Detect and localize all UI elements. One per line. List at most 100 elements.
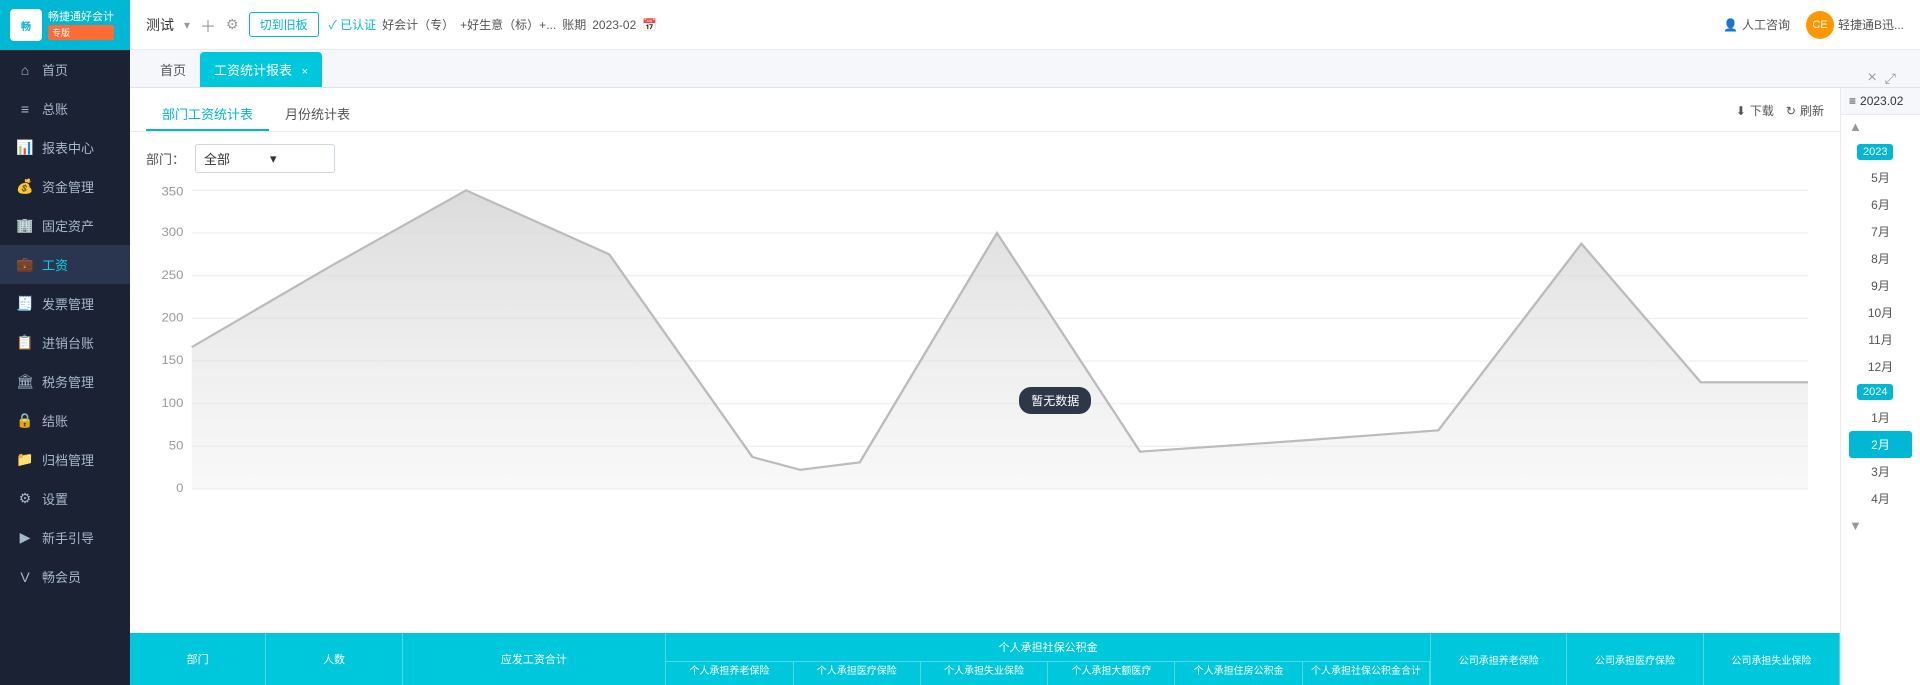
main-panel: 部门工资统计表 月份统计表 ⬇ 下载 ↻ 刷新 <box>130 88 1840 685</box>
month-mar[interactable]: 3月 <box>1849 458 1912 485</box>
th-count: 人数 <box>266 633 402 685</box>
archive-icon: 📁 <box>16 451 34 468</box>
subtab-monthly[interactable]: 月份统计表 <box>269 98 366 131</box>
calendar-icon[interactable]: 📅 <box>642 18 657 32</box>
invoice-icon: 🧾 <box>16 295 34 312</box>
close-period-icon: 🔒 <box>16 412 34 429</box>
tab-salary-report[interactable]: 工资统计报表 × <box>200 52 322 87</box>
th-pension: 个人承担养老保险 <box>666 662 793 685</box>
member-icon: V <box>16 569 34 585</box>
refresh-icon: ↻ <box>1786 104 1796 118</box>
sidebar-item-guide[interactable]: ▶ 新手引导 <box>0 518 130 557</box>
main-area: 测试 ▾ ＋ ⚙ 切到旧板 ✓ 已认证 好会计（专） +好生意（标）+... 账… <box>130 0 1920 685</box>
sidebar-item-settings[interactable]: ⚙ 设置 <box>0 479 130 518</box>
th-company-pension: 公司承担养老保险 <box>1431 633 1567 685</box>
period-value: 2023-02 <box>592 18 636 32</box>
th-medical: 个人承担医疗保险 <box>794 662 921 685</box>
tab-salary-label: 工资统计报表 <box>214 63 292 78</box>
sidebar-item-label: 税务管理 <box>42 372 94 391</box>
date-panel: ≡ 2023.02 ▲ 2023 5月 6月 7月 8月 9月 10月 11月 … <box>1840 88 1920 685</box>
reports-icon: 📊 <box>16 139 34 156</box>
consult-label: 人工咨询 <box>1742 16 1790 33</box>
sales-icon: 📋 <box>16 334 34 351</box>
svg-text:350: 350 <box>162 185 184 198</box>
svg-text:300: 300 <box>162 226 184 239</box>
period-label: 账期 <box>562 16 586 33</box>
sidebar: 畅 畅捷通好会计 专版 ⌂ 首页 ≡ 总账 📊 报表中心 💰 资金管理 🏢 固定… <box>0 0 130 685</box>
dept-filter-label: 部门： <box>146 149 185 168</box>
year-badge-2023: 2023 <box>1857 144 1893 160</box>
subtab-monthly-label: 月份统计表 <box>285 107 350 122</box>
tab-home-label: 首页 <box>160 63 186 78</box>
sidebar-item-label: 畅会员 <box>42 567 81 586</box>
subtab-actions: ⬇ 下载 ↻ 刷新 <box>1736 102 1824 127</box>
guide-icon: ▶ <box>16 529 34 546</box>
month-jul[interactable]: 7月 <box>1849 218 1912 245</box>
th-group-children: 个人承担养老保险 个人承担医疗保险 个人承担失业保险 个人承担大额医疗 个人承担… <box>666 662 1430 685</box>
user-profile[interactable]: CE 轻捷通B迅... <box>1806 11 1904 39</box>
month-sep[interactable]: 9月 <box>1849 272 1912 299</box>
topbar-title: 测试 <box>146 15 174 35</box>
sidebar-item-sales[interactable]: 📋 进销台账 <box>0 323 130 362</box>
prev-year-btn[interactable]: ▲ <box>1849 119 1862 134</box>
topbar-settings-icon[interactable]: ⚙ <box>226 16 239 33</box>
th-company-unemployment: 公司承担失业保险 <box>1704 633 1840 685</box>
user-name: 轻捷通B迅... <box>1838 16 1904 33</box>
content-area: 部门工资统计表 月份统计表 ⬇ 下载 ↻ 刷新 <box>130 88 1920 685</box>
subtabs-bar: 部门工资统计表 月份统计表 ⬇ 下载 ↻ 刷新 <box>130 88 1840 132</box>
month-feb-active[interactable]: 2月 <box>1849 431 1912 458</box>
topbar-add-button[interactable]: ＋ <box>200 13 216 37</box>
topbar-dropdown-arrow[interactable]: ▾ <box>184 18 190 32</box>
consult-button[interactable]: 👤 人工咨询 <box>1723 16 1790 33</box>
home-icon: ⌂ <box>16 62 34 78</box>
svg-text:0: 0 <box>176 482 183 495</box>
date-display: 2023.02 <box>1860 94 1903 108</box>
th-group-personal: 个人承担社保公积金 个人承担养老保险 个人承担医疗保险 个人承担失业保险 个人承… <box>666 633 1431 685</box>
refresh-label: 刷新 <box>1800 102 1824 119</box>
sidebar-item-label: 新手引导 <box>42 528 94 547</box>
sidebar-item-member[interactable]: V 畅会员 <box>0 557 130 596</box>
tab-expand-icon[interactable]: ⤢ <box>1885 70 1896 87</box>
tax-icon: 🏛 <box>16 373 34 390</box>
th-unemployment: 个人承担失业保险 <box>921 662 1048 685</box>
month-dec[interactable]: 12月 <box>1849 353 1912 380</box>
sidebar-item-invoice[interactable]: 🧾 发票管理 <box>0 284 130 323</box>
download-button[interactable]: ⬇ 下载 <box>1736 102 1774 119</box>
user-avatar: CE <box>1806 11 1834 39</box>
tab-home[interactable]: 首页 <box>146 52 200 87</box>
sidebar-item-label: 报表中心 <box>42 138 94 157</box>
ledger-icon: ≡ <box>16 101 34 117</box>
funds-icon: 💰 <box>16 178 34 195</box>
sidebar-item-label: 固定资产 <box>42 216 94 235</box>
sidebar-item-salary[interactable]: 💼 工资 <box>0 245 130 284</box>
sidebar-item-label: 归档管理 <box>42 450 94 469</box>
tab-close-window[interactable]: × <box>1867 69 1876 87</box>
sidebar-item-home[interactable]: ⌂ 首页 <box>0 50 130 89</box>
month-apr[interactable]: 4月 <box>1849 485 1912 512</box>
month-nov[interactable]: 11月 <box>1849 326 1912 353</box>
sidebar-item-reports[interactable]: 📊 报表中心 <box>0 128 130 167</box>
sidebar-item-ledger[interactable]: ≡ 总账 <box>0 89 130 128</box>
svg-text:250: 250 <box>162 268 184 281</box>
refresh-button[interactable]: ↻ 刷新 <box>1786 102 1824 119</box>
year-badge-2024: 2024 <box>1857 384 1893 400</box>
switch-old-version-button[interactable]: 切到旧板 <box>249 12 319 37</box>
svg-text:150: 150 <box>162 354 184 367</box>
subtab-dept[interactable]: 部门工资统计表 <box>146 98 269 131</box>
month-may[interactable]: 5月 <box>1849 164 1912 191</box>
month-jun[interactable]: 6月 <box>1849 191 1912 218</box>
dept-filter-select[interactable]: 全部 ▾ <box>195 144 335 173</box>
date-nav-up: ▲ <box>1841 115 1920 138</box>
tab-close-icon[interactable]: × <box>302 66 308 78</box>
month-aug[interactable]: 8月 <box>1849 245 1912 272</box>
next-year-btn[interactable]: ▼ <box>1849 518 1862 533</box>
sidebar-item-funds[interactable]: 💰 资金管理 <box>0 167 130 206</box>
download-label: 下载 <box>1750 102 1774 119</box>
month-oct[interactable]: 10月 <box>1849 299 1912 326</box>
sidebar-item-close[interactable]: 🔒 结账 <box>0 401 130 440</box>
month-jan[interactable]: 1月 <box>1849 404 1912 431</box>
sidebar-item-archive[interactable]: 📁 归档管理 <box>0 440 130 479</box>
sidebar-item-assets[interactable]: 🏢 固定资产 <box>0 206 130 245</box>
consult-icon: 👤 <box>1723 18 1738 32</box>
sidebar-item-tax[interactable]: 🏛 税务管理 <box>0 362 130 401</box>
